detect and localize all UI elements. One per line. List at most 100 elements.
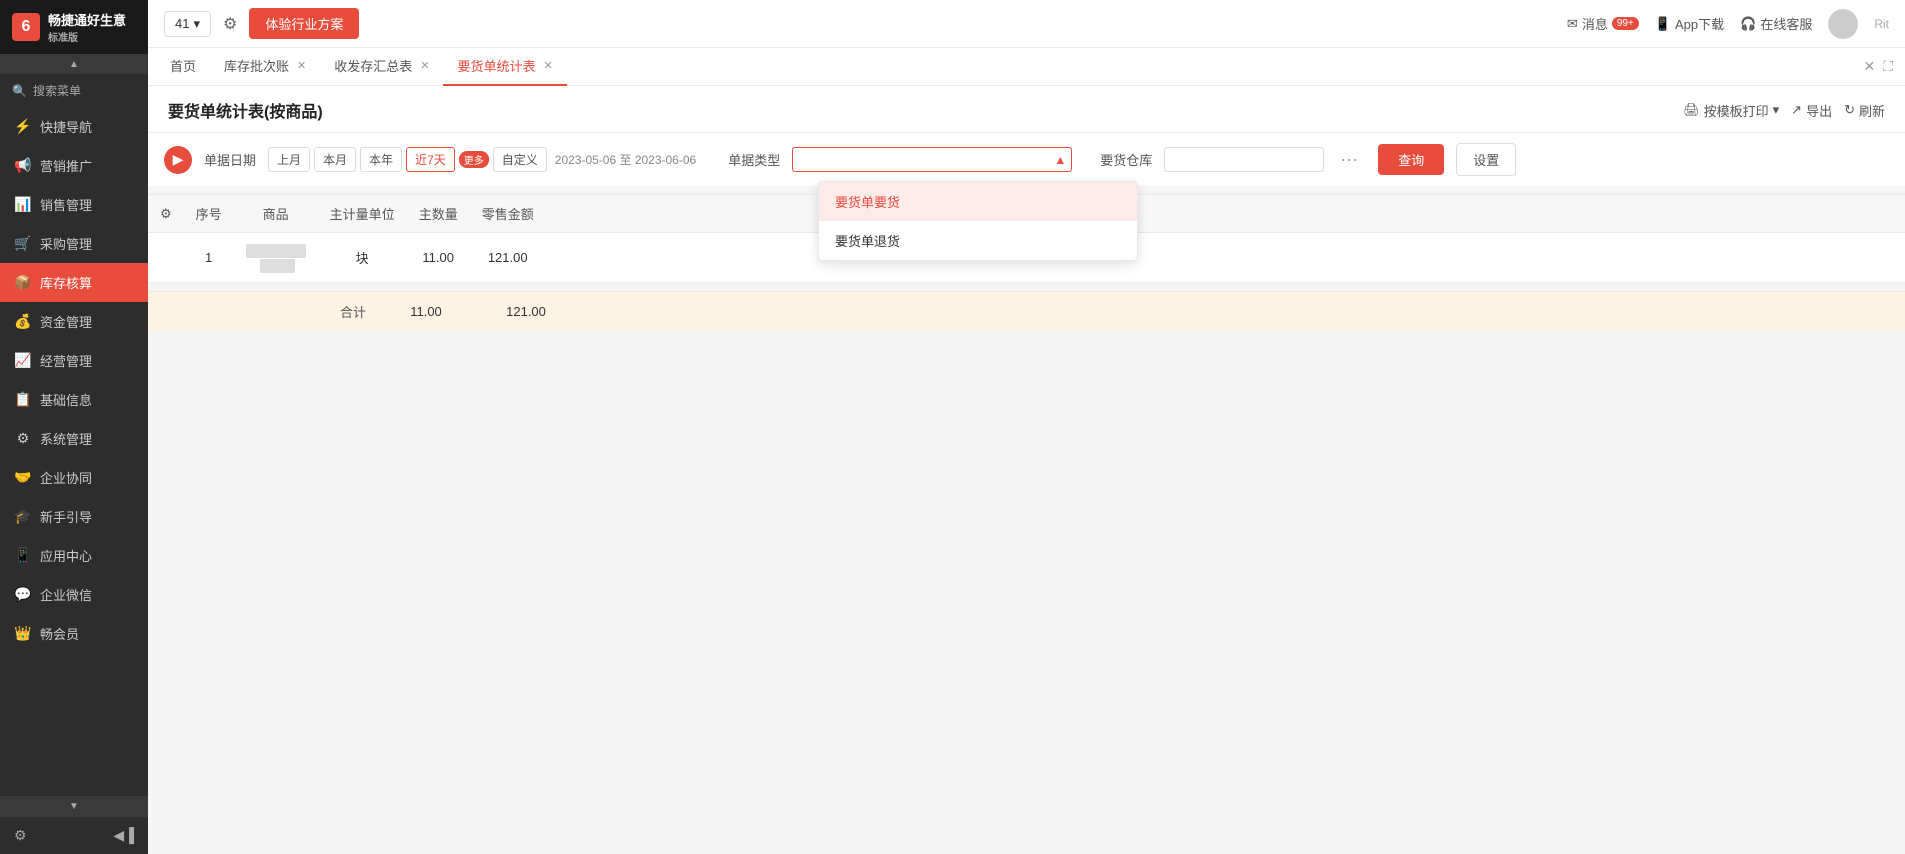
service-label: 在线客服 bbox=[1760, 14, 1812, 33]
product-blur-1 bbox=[246, 244, 306, 258]
sidebar-item-label: 库存核算 bbox=[40, 273, 92, 292]
date-btn-last-month[interactable]: 上月 bbox=[268, 147, 310, 172]
tab-inventory-batch[interactable]: 库存批次账 ✕ bbox=[210, 48, 320, 86]
main-area: 41 ▾ ⚙ 体验行业方案 ✉ 消息 99+ 📱 App下载 🎧 在线客服 Ri… bbox=[148, 0, 1905, 854]
sidebar: 6 畅捷通好生意 标准版 ▲ 🔍 搜索菜单 ⚡ 快捷导航 📢 营销推广 📊 销售… bbox=[0, 0, 148, 854]
footer-amount: 121.00 bbox=[486, 304, 566, 319]
settings-icon[interactable]: ⚙ bbox=[14, 827, 27, 844]
tab-close-icon[interactable]: ✕ bbox=[544, 59, 553, 72]
warehouse-input[interactable] bbox=[1164, 147, 1324, 172]
sidebar-footer: ⚙ ◀▐ bbox=[0, 816, 148, 854]
footer-qty: 11.00 bbox=[386, 304, 466, 319]
filter-expand-btn[interactable]: ▶ bbox=[164, 146, 192, 174]
type-input[interactable] bbox=[792, 147, 1072, 172]
sidebar-item-basic[interactable]: 📋 基础信息 bbox=[0, 380, 148, 419]
sidebar-item-label: 企业协同 bbox=[40, 468, 92, 487]
setup-button[interactable]: 设置 bbox=[1456, 143, 1516, 176]
sidebar-item-label: 营销推广 bbox=[40, 156, 92, 175]
company-value: 41 bbox=[175, 16, 189, 31]
date-group: 上月 本月 本年 近7天 更多 自定义 2023-05-06 至 2023-06… bbox=[268, 147, 696, 172]
tab-close-all-icon[interactable]: ✕ bbox=[1863, 58, 1875, 75]
trial-button[interactable]: 体验行业方案 bbox=[249, 8, 359, 39]
date-range-text: 2023-05-06 至 2023-06-06 bbox=[555, 151, 696, 168]
refresh-icon: ↻ bbox=[1844, 102, 1855, 118]
type-dropdown-icon[interactable]: ▲ bbox=[1054, 153, 1066, 167]
sidebar-item-label: 销售管理 bbox=[40, 195, 92, 214]
type-label: 单据类型 bbox=[728, 150, 780, 169]
sidebar-item-label: 基础信息 bbox=[40, 390, 92, 409]
sidebar-item-finance[interactable]: 💰 资金管理 bbox=[0, 302, 148, 341]
tab-bar-end: ✕ ⛶ bbox=[1863, 58, 1897, 75]
tab-close-icon[interactable]: ✕ bbox=[420, 59, 429, 72]
date-btn-7days[interactable]: 近7天 bbox=[406, 147, 455, 172]
export-btn[interactable]: ↗ 导出 bbox=[1791, 101, 1832, 120]
header-gear-icon[interactable]: ⚙ bbox=[223, 14, 237, 34]
sidebar-item-label: 经营管理 bbox=[40, 351, 92, 370]
messages-btn[interactable]: ✉ 消息 99+ bbox=[1567, 14, 1639, 33]
purchase-icon: 🛒 bbox=[14, 235, 32, 252]
sidebar-item-search[interactable]: 🔍 搜索菜单 bbox=[0, 74, 148, 107]
sidebar-item-apps[interactable]: 📱 应用中心 bbox=[0, 536, 148, 575]
collapse-icon[interactable]: ◀▐ bbox=[113, 827, 134, 844]
sidebar-item-sales[interactable]: 📊 销售管理 bbox=[0, 185, 148, 224]
sidebar-item-wechat[interactable]: 💬 企业微信 bbox=[0, 575, 148, 614]
date-btn-this-year[interactable]: 本年 bbox=[360, 147, 402, 172]
page-content: 要货单统计表(按商品) 🖨 按模板打印 ▾ ↗ 导出 ↻ 刷新 ▶ bbox=[148, 86, 1905, 854]
sidebar-item-quick-nav[interactable]: ⚡ 快捷导航 bbox=[0, 107, 148, 146]
sidebar-item-system[interactable]: ⚙ 系统管理 bbox=[0, 419, 148, 458]
query-button[interactable]: 查询 bbox=[1378, 144, 1444, 175]
row-unit: 块 bbox=[318, 233, 407, 283]
tab-label: 收发存汇总表 bbox=[334, 56, 412, 75]
dropdown-item-order-goods[interactable]: 要货单要货 bbox=[819, 182, 1137, 221]
filter-bar: ▶ 单据日期 上月 本月 本年 近7天 更多 自定义 2023-05-06 至 … bbox=[148, 133, 1905, 186]
tab-close-icon[interactable]: ✕ bbox=[297, 59, 306, 72]
filter-more-icon[interactable]: ··· bbox=[1340, 149, 1358, 170]
tab-order-stats[interactable]: 要货单统计表 ✕ bbox=[443, 48, 566, 86]
member-icon: 👑 bbox=[14, 625, 32, 642]
sidebar-item-operation[interactable]: 📈 经营管理 bbox=[0, 341, 148, 380]
row-extra bbox=[546, 233, 1905, 283]
company-selector[interactable]: 41 ▾ bbox=[164, 11, 211, 37]
row-product bbox=[234, 233, 318, 283]
dropdown-icon: ▾ bbox=[193, 16, 200, 32]
sidebar-item-marketing[interactable]: 📢 营销推广 bbox=[0, 146, 148, 185]
service-btn[interactable]: 🎧 在线客服 bbox=[1740, 14, 1812, 33]
sales-icon: 📊 bbox=[14, 196, 32, 213]
tab-bar: 首页 库存批次账 ✕ 收发存汇总表 ✕ 要货单统计表 ✕ ✕ ⛶ bbox=[148, 48, 1905, 86]
date-btn-this-month[interactable]: 本月 bbox=[314, 147, 356, 172]
basic-icon: 📋 bbox=[14, 391, 32, 408]
sidebar-item-collab[interactable]: 🤝 企业协同 bbox=[0, 458, 148, 497]
dropdown-item-order-return[interactable]: 要货单退货 bbox=[819, 221, 1137, 260]
avatar[interactable] bbox=[1828, 9, 1858, 39]
download-icon: 📱 bbox=[1655, 16, 1671, 32]
refresh-btn[interactable]: ↻ 刷新 bbox=[1844, 101, 1885, 120]
sidebar-item-member[interactable]: 👑 畅会员 bbox=[0, 614, 148, 653]
sidebar-item-purchase[interactable]: 🛒 采购管理 bbox=[0, 224, 148, 263]
newbie-icon: 🎓 bbox=[14, 508, 32, 525]
export-icon: ↗ bbox=[1791, 102, 1802, 118]
app-sub: 标准版 bbox=[48, 29, 126, 44]
sidebar-search-label: 搜索菜单 bbox=[33, 82, 81, 99]
footer-label: 合计 bbox=[340, 302, 366, 321]
app-download-btn[interactable]: 📱 App下载 bbox=[1655, 14, 1724, 33]
inventory-icon: 📦 bbox=[14, 274, 32, 291]
sidebar-scroll-down[interactable]: ▼ bbox=[0, 796, 148, 816]
sidebar-item-newbie[interactable]: 🎓 新手引导 bbox=[0, 497, 148, 536]
date-more-badge[interactable]: 更多 bbox=[459, 151, 489, 168]
product-blur-2 bbox=[260, 259, 295, 273]
col-amount: 零售金额 bbox=[470, 195, 546, 233]
sidebar-item-inventory[interactable]: 📦 库存核算 bbox=[0, 263, 148, 302]
print-btn[interactable]: 🖨 按模板打印 ▾ bbox=[1683, 101, 1779, 120]
app-logo: 6 畅捷通好生意 标准版 bbox=[0, 0, 148, 54]
col-product: 商品 bbox=[234, 195, 318, 233]
operation-icon: 📈 bbox=[14, 352, 32, 369]
sidebar-scroll-up[interactable]: ▲ bbox=[0, 54, 148, 74]
row-qty: 11.00 bbox=[407, 233, 470, 283]
tab-expand-icon[interactable]: ⛶ bbox=[1883, 58, 1893, 75]
tab-home[interactable]: 首页 bbox=[156, 48, 210, 86]
header-right: ✉ 消息 99+ 📱 App下载 🎧 在线客服 Rit bbox=[1567, 9, 1889, 39]
messages-badge: 99+ bbox=[1612, 17, 1639, 30]
date-custom-btn[interactable]: 自定义 bbox=[493, 147, 547, 172]
col-settings[interactable]: ⚙ bbox=[148, 195, 184, 233]
tab-stock-summary[interactable]: 收发存汇总表 ✕ bbox=[320, 48, 443, 86]
